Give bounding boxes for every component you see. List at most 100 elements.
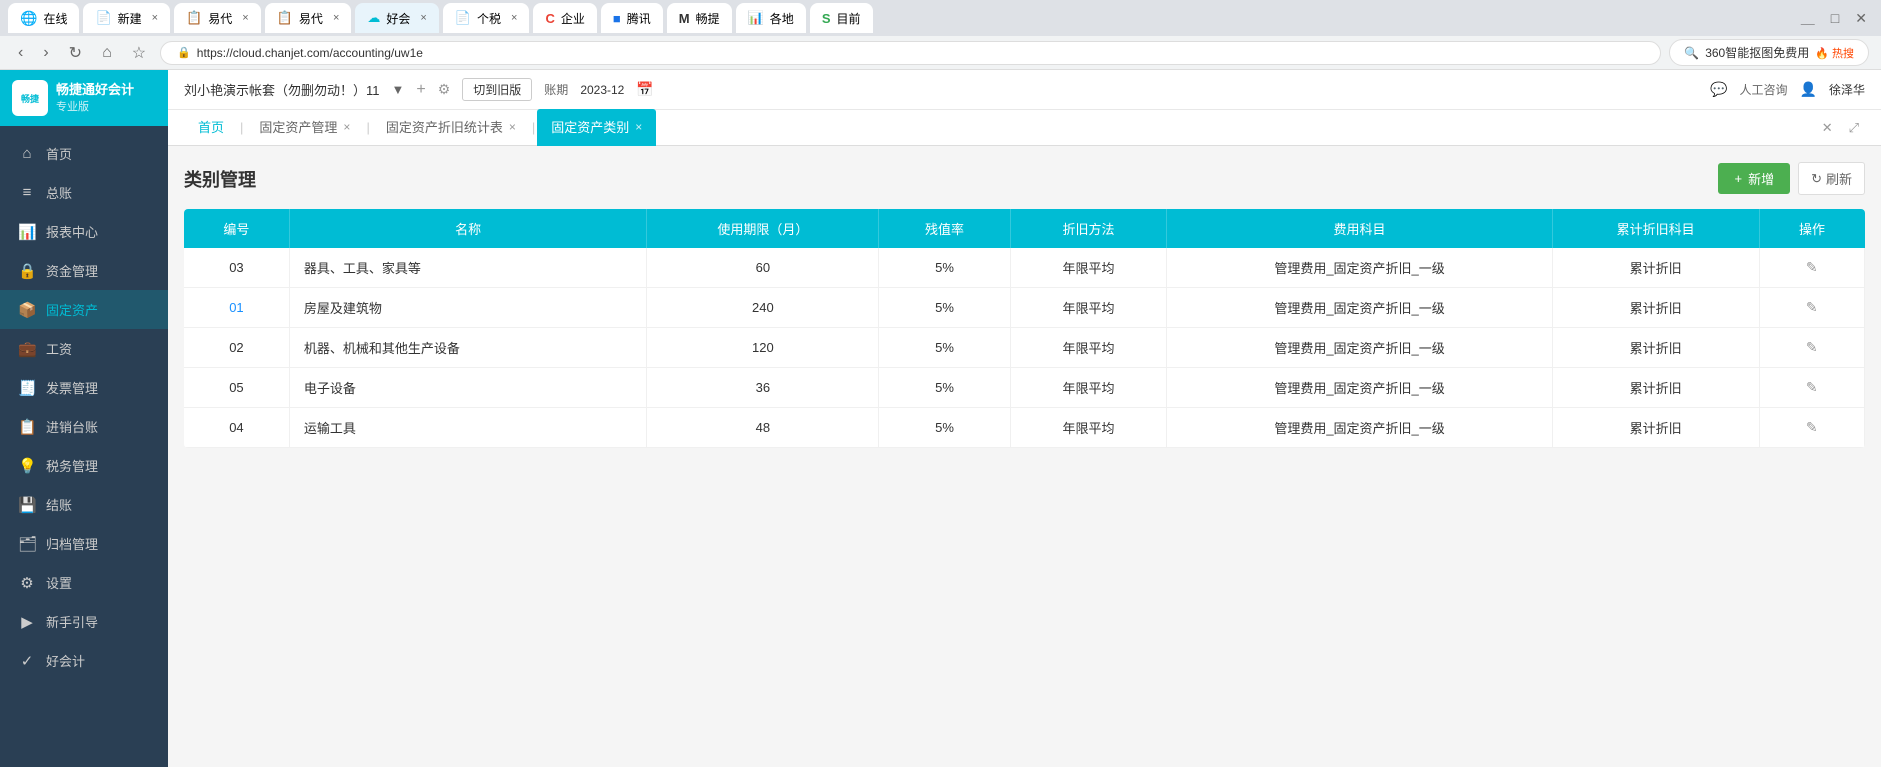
tab-separator: | <box>366 120 369 135</box>
refresh-label: 刷新 <box>1826 169 1852 188</box>
sidebar-item-ledger[interactable]: ≡ 总账 <box>0 173 168 212</box>
browser-tab-yidai2[interactable]: 📋 易代 × <box>265 3 352 33</box>
sidebar-item-archive[interactable]: 🗂 归档管理 <box>0 524 168 563</box>
browser-tab-enterprise[interactable]: C 企业 <box>533 3 596 33</box>
sidebar-item-label: 总账 <box>46 183 72 202</box>
browser-tab-miquan[interactable]: S 目前 <box>810 3 873 33</box>
tab-separator: | <box>532 120 535 135</box>
edit-icon[interactable]: ✎ <box>1806 299 1818 315</box>
sidebar-item-more[interactable]: ✓ 好会计 <box>0 641 168 680</box>
row-residual: 5% <box>879 408 1010 448</box>
tab-label: 易代 <box>299 10 323 27</box>
archive-icon: 🗂 <box>18 535 36 553</box>
search-icon: 🔍 <box>1684 46 1699 60</box>
page-tabs: 首页 | 固定资产管理 × | 固定资产折旧统计表 × | 固定资产类别 × ✕… <box>168 110 1881 146</box>
tab-separator: | <box>240 120 243 135</box>
sidebar-item-capital[interactable]: 🔒 资金管理 <box>0 251 168 290</box>
add-button[interactable]: + 新增 <box>1718 163 1790 194</box>
sidebar-item-settings[interactable]: ⚙ 设置 <box>0 563 168 602</box>
sidebar-item-label: 结账 <box>46 495 72 514</box>
browser-tab-online[interactable]: 🌐 在线 <box>8 3 79 33</box>
invoice-icon: 🧾 <box>18 379 36 397</box>
refresh-button[interactable]: ↻ 刷新 <box>1798 162 1865 195</box>
edit-icon[interactable]: ✎ <box>1806 339 1818 355</box>
sidebar-item-label: 新手引导 <box>46 612 98 631</box>
tab-expand-window[interactable]: ⤢ <box>1843 118 1865 138</box>
home-button[interactable]: ⌂ <box>96 42 118 64</box>
tab-label: 新建 <box>118 10 142 27</box>
browser-tab-tencent[interactable]: ■ 腾讯 <box>601 3 663 33</box>
row-expense: 管理费用_固定资产折旧_一级 <box>1167 368 1552 408</box>
sidebar-item-guide[interactable]: ▶ 新手引导 <box>0 602 168 641</box>
user-name: 徐泽华 <box>1829 81 1865 98</box>
settings-gear-icon[interactable]: ⚙ <box>438 81 451 98</box>
tab-close-window[interactable]: ✕ <box>1816 118 1839 138</box>
tab-close-icon[interactable]: × <box>333 12 339 24</box>
row-expense: 管理费用_固定资产折旧_一级 <box>1167 408 1552 448</box>
calendar-icon[interactable]: 📅 <box>636 81 653 98</box>
more-icon: ✓ <box>18 652 36 670</box>
refresh-button[interactable]: ↻ <box>63 41 88 65</box>
page-tab-fixed-asset-mgmt[interactable]: 固定资产管理 × <box>245 109 364 146</box>
sidebar-item-tax[interactable]: 💡 税务管理 <box>0 446 168 485</box>
bookmark-button[interactable]: ☆ <box>126 41 152 65</box>
edit-icon[interactable]: ✎ <box>1806 419 1818 435</box>
page-tab-category[interactable]: 固定资产类别 × <box>537 109 656 146</box>
edit-icon[interactable]: ✎ <box>1806 379 1818 395</box>
sidebar-item-invoice[interactable]: 🧾 发票管理 <box>0 368 168 407</box>
app-title: 畅捷通好会计 <box>56 82 134 99</box>
tab-close-icon[interactable]: × <box>420 12 426 24</box>
report-icon: 📊 <box>18 223 36 241</box>
tab-label: 个税 <box>477 10 501 27</box>
help-icon: 💬 <box>1710 81 1727 98</box>
browser-tab-yidai1[interactable]: 📋 易代 × <box>174 3 261 33</box>
row-expense: 管理费用_固定资产折旧_一级 <box>1167 248 1552 288</box>
tab-close-icon[interactable]: × <box>509 120 516 134</box>
dropdown-icon[interactable]: ▼ <box>392 82 405 97</box>
back-button[interactable]: ‹ <box>12 42 29 64</box>
forward-button[interactable]: › <box>37 42 54 64</box>
row-period: 120 <box>647 328 879 368</box>
url-bar[interactable]: 🔒 https://cloud.chanjet.com/accounting/u… <box>160 41 1661 65</box>
browser-tab-haohui[interactable]: ☁ 好会 × <box>355 3 438 33</box>
sidebar-item-report[interactable]: 📊 报表中心 <box>0 212 168 251</box>
window-close[interactable]: ✕ <box>1849 6 1873 30</box>
col-header-action: 操作 <box>1759 209 1864 248</box>
table-header: 编号 名称 使用期限（月） 残值率 折旧方法 费用科目 累计折旧科目 操作 <box>184 209 1865 248</box>
window-minimize[interactable]: ＿ <box>1795 6 1821 30</box>
row-code[interactable]: 01 <box>184 288 289 328</box>
tab-close-icon[interactable]: × <box>635 120 642 134</box>
sidebar-item-label: 工资 <box>46 339 72 358</box>
row-residual: 5% <box>879 328 1010 368</box>
sidebar-item-checkout[interactable]: 💾 结账 <box>0 485 168 524</box>
sidebar-item-payroll[interactable]: 💼 工资 <box>0 329 168 368</box>
period-value: 2023-12 <box>580 83 624 97</box>
tab-close-icon[interactable]: × <box>152 12 158 24</box>
window-maximize[interactable]: □ <box>1825 6 1845 30</box>
tab-close-icon[interactable]: × <box>343 120 350 134</box>
browser-tab-changte[interactable]: M 畅提 <box>667 3 732 33</box>
edit-icon[interactable]: ✎ <box>1806 259 1818 275</box>
tab-close-icon[interactable]: × <box>242 12 248 24</box>
content-area: 类别管理 + 新增 ↻ 刷新 编号 名称 <box>168 146 1881 767</box>
browser-tab-gesui[interactable]: 📄 个税 × <box>443 3 530 33</box>
row-period: 60 <box>647 248 879 288</box>
browser-tab-new[interactable]: 📄 新建 × <box>83 3 170 33</box>
tab-close-icon[interactable]: × <box>511 12 517 24</box>
row-code: 05 <box>184 368 289 408</box>
search-bar[interactable]: 🔍 360智能抠图免费用 🔥 热搜 <box>1669 39 1869 66</box>
help-label[interactable]: 人工咨询 <box>1740 81 1788 98</box>
page-tab-home[interactable]: 首页 <box>184 109 238 146</box>
add-account-icon[interactable]: + <box>416 81 425 99</box>
row-method: 年限平均 <box>1010 328 1167 368</box>
search-text: 360智能抠图免费用 <box>1705 44 1809 61</box>
sidebar-item-label: 首页 <box>46 144 72 163</box>
sidebar-item-fixed-assets[interactable]: 📦 固定资产 <box>0 290 168 329</box>
old-version-button[interactable]: 切到旧版 <box>462 78 532 101</box>
sidebar-item-label: 进销台账 <box>46 417 98 436</box>
page-tab-depreciation[interactable]: 固定资产折旧统计表 × <box>372 109 530 146</box>
sidebar-item-home[interactable]: ⌂ 首页 <box>0 134 168 173</box>
sidebar: 畅捷 畅捷通好会计 专业版 ⌂ 首页 ≡ 总账 📊 报表中心 🔒 资金管理 <box>0 70 168 767</box>
sidebar-item-purchase-sales[interactable]: 📋 进销台账 <box>0 407 168 446</box>
browser-tab-gedi[interactable]: 📊 各地 <box>736 3 806 33</box>
